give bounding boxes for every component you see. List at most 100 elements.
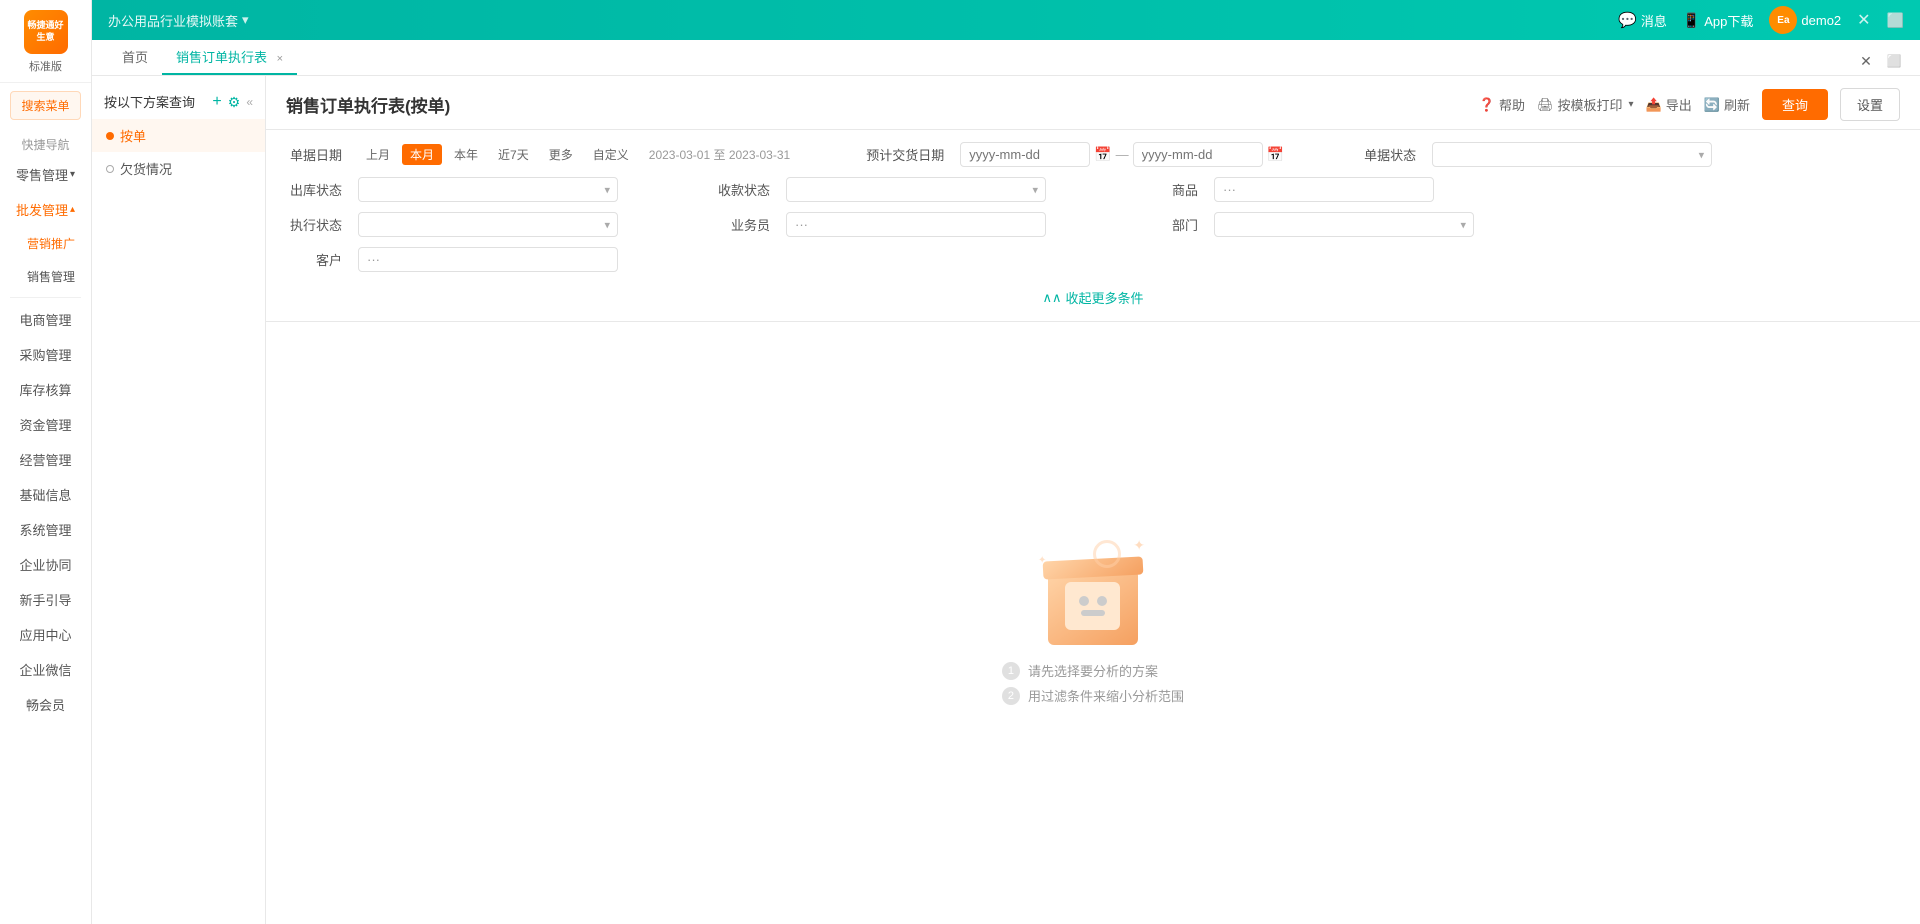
tab-fullscreen-button[interactable]: ⬜ [1884, 51, 1904, 71]
tab-close-button[interactable]: ✕ [1856, 51, 1876, 71]
topbar: 办公用品行业模拟账套 ▾ 💬 消息 📱 App下载 Ea demo2 ✕ ⬜ [92, 0, 1920, 40]
customer-placeholder: ··· [367, 252, 609, 267]
tab-home[interactable]: 首页 [108, 40, 162, 75]
sidebar-item-inventory[interactable]: 库存核算 [0, 372, 91, 407]
status-select[interactable] [1432, 142, 1712, 167]
tab-close-icon[interactable]: × [277, 53, 283, 65]
export-icon: 📤 [1646, 97, 1662, 113]
sidebar-search-area: 搜索菜单 [0, 83, 91, 128]
print-button[interactable]: 🖨 按模板打印 ▾ [1537, 95, 1634, 114]
eye-left [1079, 596, 1089, 606]
date-tab-this-year[interactable]: 本年 [446, 144, 486, 165]
panel-collapse-button[interactable]: « [246, 95, 253, 109]
dept-label: 部门 [1142, 215, 1198, 234]
topbar-right: 💬 消息 📱 App下载 Ea demo2 ✕ ⬜ [1618, 6, 1904, 34]
expected-date-end-input[interactable] [1133, 142, 1263, 167]
maximize-window-icon[interactable]: ⬜ [1887, 12, 1904, 29]
tabbar: 首页 销售订单执行表 × ✕ ⬜ [92, 40, 1920, 76]
calendar-start-icon[interactable]: 📅 [1094, 146, 1111, 163]
reset-button[interactable]: 设置 [1840, 88, 1900, 121]
tabs-container: 首页 销售订单执行表 × [108, 40, 297, 75]
filter-row-2: 出库状态 收款状态 商品 ··· [286, 177, 1900, 202]
search-button[interactable]: 查询 [1762, 89, 1828, 120]
date-tab-custom[interactable]: 自定义 [585, 144, 637, 165]
panel-settings-button[interactable]: ⚙ [228, 95, 241, 109]
date-tab-more[interactable]: 更多 [541, 144, 581, 165]
sidebar-item-sales[interactable]: 销售管理 [0, 260, 91, 293]
execution-select[interactable] [358, 212, 618, 237]
chevron-down-icon: ▾ [70, 169, 75, 180]
customer-input-wrap[interactable]: ··· [358, 247, 618, 272]
message-button[interactable]: 💬 消息 [1618, 11, 1667, 30]
receipt-select-wrap [786, 177, 1046, 202]
tabbar-actions: ✕ ⬜ [1856, 51, 1904, 75]
status-select-wrap [1432, 142, 1712, 167]
dept-select[interactable] [1214, 212, 1474, 237]
active-dot-icon [106, 132, 114, 140]
receipt-select[interactable] [786, 177, 1046, 202]
box-circle-decoration [1093, 540, 1121, 568]
app-download-button[interactable]: 📱 App下载 [1683, 11, 1754, 30]
content-area: 按以下方案查询 + ⚙ « 按单 欠货情况 销售订单执行表(按单) [92, 76, 1920, 924]
page-header-actions: ❓ 帮助 🖨 按模板打印 ▾ 📤 导出 🔄 刷新 [1479, 88, 1900, 121]
right-content: 销售订单执行表(按单) ❓ 帮助 🖨 按模板打印 ▾ 📤 导出 [266, 76, 1920, 924]
expected-date-group: 📅 — 📅 [960, 142, 1284, 167]
date-tabs-group: 上月 本月 本年 近7天 更多 自定义 2023-03-01 至 2023-03… [358, 144, 790, 165]
date-tab-last-month[interactable]: 上月 [358, 144, 398, 165]
sidebar-item-operations[interactable]: 经营管理 [0, 442, 91, 477]
sidebar-item-enterprise[interactable]: 企业协同 [0, 547, 91, 582]
panel-header: 按以下方案查询 + ⚙ « [92, 88, 265, 119]
refresh-button[interactable]: 🔄 刷新 [1704, 95, 1750, 114]
panel-item-shortage[interactable]: 欠货情况 [92, 152, 265, 185]
box-face [1065, 582, 1120, 630]
goods-placeholder: ··· [1223, 182, 1425, 197]
date-label: 单据日期 [286, 145, 342, 164]
sidebar-item-basic-info[interactable]: 基础信息 [0, 477, 91, 512]
sidebar-item-ecommerce[interactable]: 电商管理 [0, 302, 91, 337]
export-button[interactable]: 📤 导出 [1646, 95, 1692, 114]
sidebar-item-marketing[interactable]: 营销推广 [0, 227, 91, 260]
industry-dropdown-icon[interactable]: ▾ [242, 12, 249, 28]
app-logo: 畅捷通好生意 标准版 [0, 0, 91, 83]
star-decoration-1: ✦ [1133, 537, 1145, 554]
sidebar-item-wechat[interactable]: 企业微信 [0, 652, 91, 687]
box-mouth [1081, 610, 1105, 616]
left-panel: 按以下方案查询 + ⚙ « 按单 欠货情况 [92, 76, 266, 924]
expected-date-label: 预计交货日期 [866, 145, 944, 164]
sidebar-item-wholesale[interactable]: 批发管理 ▴ [0, 192, 91, 227]
date-tab-7days[interactable]: 近7天 [490, 144, 537, 165]
sidebar-item-member[interactable]: 畅会员 [0, 687, 91, 722]
panel-add-button[interactable]: + [212, 94, 221, 110]
empty-state: ✦ ✦ 1 请先选择要分析的方案 [266, 322, 1920, 924]
chevron-up-icon: ▴ [70, 204, 75, 215]
search-menu-button[interactable]: 搜索菜单 [10, 91, 81, 120]
sidebar-item-system[interactable]: 系统管理 [0, 512, 91, 547]
panel-item-by-order[interactable]: 按单 [92, 119, 265, 152]
goods-input-wrap[interactable]: ··· [1214, 177, 1434, 202]
user-menu[interactable]: Ea demo2 [1769, 6, 1841, 34]
close-window-icon[interactable]: ✕ [1857, 10, 1870, 30]
delivery-select-wrap [358, 177, 618, 202]
execution-label: 执行状态 [286, 215, 342, 234]
sidebar-item-finance[interactable]: 资金管理 [0, 407, 91, 442]
date-separator: — [1116, 147, 1129, 162]
sidebar-item-retail[interactable]: 零售管理 ▾ [0, 157, 91, 192]
empty-tip-2: 2 用过滤条件来缩小分析范围 [1002, 686, 1184, 705]
help-button[interactable]: ❓ 帮助 [1479, 95, 1525, 114]
sidebar-item-app-center[interactable]: 应用中心 [0, 617, 91, 652]
collapse-filter-button[interactable]: ∧∧ 收起更多条件 [286, 282, 1900, 309]
calendar-end-icon[interactable]: 📅 [1267, 146, 1284, 163]
expected-date-start-input[interactable] [960, 142, 1090, 167]
salesman-placeholder: ··· [795, 217, 1037, 232]
help-icon: ❓ [1479, 97, 1495, 113]
date-tab-this-month[interactable]: 本月 [402, 144, 442, 165]
tab-sales-order[interactable]: 销售订单执行表 × [162, 40, 297, 75]
delivery-select[interactable] [358, 177, 618, 202]
sidebar-item-guide[interactable]: 新手引导 [0, 582, 91, 617]
receipt-status-label: 收款状态 [714, 180, 770, 199]
customer-label: 客户 [286, 250, 342, 269]
execution-select-wrap [358, 212, 618, 237]
status-label: 单据状态 [1360, 145, 1416, 164]
salesman-input-wrap[interactable]: ··· [786, 212, 1046, 237]
sidebar-item-purchase[interactable]: 采购管理 [0, 337, 91, 372]
